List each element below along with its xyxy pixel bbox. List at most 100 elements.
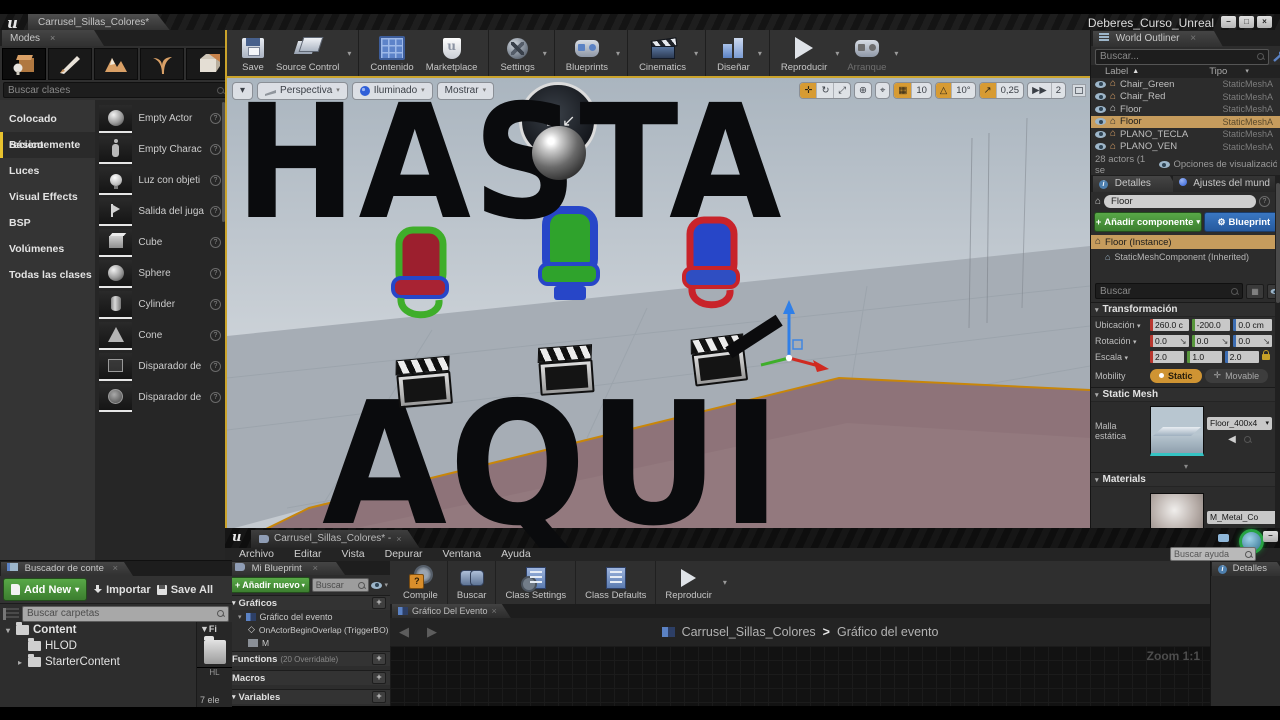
visibility-eye-icon[interactable] bbox=[1095, 80, 1106, 88]
outliner-row-chair-red[interactable]: ⌂ Chair_Red StaticMeshA bbox=[1091, 91, 1280, 104]
use-selected-icon[interactable]: ◀ bbox=[1228, 434, 1236, 445]
help-icon[interactable]: ? bbox=[210, 144, 221, 155]
bp-menu-archivo[interactable]: Archivo bbox=[229, 548, 284, 561]
scale-z-field[interactable]: 2.0 bbox=[1224, 350, 1259, 363]
static-mesh-thumbnail[interactable] bbox=[1150, 406, 1204, 456]
maximize-button[interactable]: □ bbox=[1239, 16, 1254, 28]
list-item-cube[interactable]: Cube ? bbox=[99, 227, 223, 258]
cinematics-button[interactable]: Cinematics bbox=[633, 30, 692, 76]
location-label[interactable]: Ubicación ▾ bbox=[1095, 320, 1147, 330]
rotation-snap-button[interactable]: △ bbox=[935, 83, 953, 98]
mobility-movable-button[interactable]: ✛ Movable bbox=[1204, 368, 1269, 383]
actor-name-field[interactable]: Floor bbox=[1104, 195, 1256, 208]
world-text-hasta[interactable]: HASTA bbox=[235, 84, 783, 242]
chevron-down-icon[interactable]: ▾ bbox=[614, 49, 622, 58]
bp-play-button[interactable]: Reproducir bbox=[656, 561, 720, 604]
bp-help-search-input[interactable]: Buscar ayuda bbox=[1170, 547, 1256, 561]
mode-geometry-button[interactable] bbox=[186, 48, 230, 80]
play-button[interactable]: Reproducir bbox=[775, 30, 833, 76]
add-graph-button[interactable]: + bbox=[372, 597, 386, 609]
event-graph-item[interactable]: ▾ Gráfico del evento bbox=[228, 610, 390, 623]
list-item-point-light[interactable]: Luz con objeti ? bbox=[99, 165, 223, 196]
chevron-down-icon[interactable]: ▾ bbox=[345, 49, 353, 58]
section-expander[interactable]: ▾ bbox=[1091, 462, 1280, 471]
tab-details[interactable]: i Detalles bbox=[1093, 176, 1179, 192]
column-label[interactable]: Label bbox=[1091, 65, 1128, 78]
rotation-snap-value[interactable]: 10° bbox=[952, 83, 974, 98]
close-icon[interactable]: × bbox=[113, 563, 119, 574]
location-z-field[interactable]: 0.0 cm bbox=[1233, 318, 1273, 331]
scale-y-field[interactable]: 1.0 bbox=[1187, 350, 1222, 363]
rotation-y-field[interactable]: 0.0 ↘ bbox=[1191, 334, 1231, 347]
grid-snap-value[interactable]: 10 bbox=[912, 83, 931, 98]
tab-world-outliner[interactable]: World Outliner × bbox=[1093, 31, 1223, 47]
mode-foliage-button[interactable] bbox=[140, 48, 184, 80]
event-node-item[interactable]: M bbox=[228, 636, 390, 649]
category-luces[interactable]: Luces bbox=[0, 158, 95, 184]
marketplace-button[interactable]: Marketplace bbox=[420, 30, 484, 76]
outliner-search-input[interactable]: Buscar... bbox=[1095, 48, 1269, 65]
source-control-button[interactable]: Source Control bbox=[270, 30, 345, 76]
tab-world-settings[interactable]: Ajustes del mund bbox=[1173, 176, 1280, 192]
close-button[interactable]: × bbox=[1257, 16, 1272, 28]
my-blueprint-search-input[interactable]: Buscar bbox=[311, 578, 370, 592]
class-settings-button[interactable]: Class Settings bbox=[496, 561, 577, 604]
outliner-row-plano-ven[interactable]: ⌂ PLANO_VEN StaticMeshA bbox=[1091, 141, 1280, 154]
add-variable-button[interactable]: + bbox=[372, 691, 386, 703]
perspective-button[interactable]: Perspectiva ▾ bbox=[257, 82, 348, 100]
chevron-down-icon[interactable]: ▾ bbox=[384, 581, 388, 589]
category-volumenes[interactable]: Volúmenes bbox=[0, 236, 95, 262]
visibility-eye-icon[interactable] bbox=[1095, 143, 1106, 151]
lit-mode-button[interactable]: Iluminado ▾ bbox=[351, 82, 433, 100]
class-defaults-button[interactable]: Class Defaults bbox=[576, 561, 657, 604]
help-icon[interactable]: ? bbox=[210, 330, 221, 341]
help-icon[interactable]: ? bbox=[1259, 196, 1270, 207]
move-tool-button[interactable]: ✛ bbox=[800, 83, 818, 98]
category-visual-effects[interactable]: Visual Effects bbox=[0, 184, 95, 210]
details-scrollbar[interactable] bbox=[1275, 175, 1280, 560]
folder-search-input[interactable]: Buscar carpetas bbox=[22, 605, 229, 622]
outliner-row-floor-2-selected[interactable]: ⌂ Floor StaticMeshA bbox=[1091, 115, 1280, 128]
add-function-button[interactable]: + bbox=[372, 653, 386, 665]
grid-snap-button[interactable]: ▦ bbox=[894, 83, 913, 98]
close-icon[interactable]: × bbox=[1190, 33, 1196, 44]
settings-button[interactable]: Settings bbox=[494, 30, 540, 76]
save-all-button[interactable]: Save All bbox=[156, 584, 213, 596]
chevron-down-icon[interactable]: ▾ bbox=[756, 49, 764, 58]
add-macro-button[interactable]: + bbox=[372, 672, 386, 684]
scale-x-field[interactable]: 2.0 bbox=[1150, 350, 1185, 363]
browse-icon[interactable] bbox=[1243, 436, 1251, 443]
import-button[interactable]: Importar bbox=[93, 584, 151, 596]
mode-paint-button[interactable] bbox=[48, 48, 92, 80]
edit-blueprint-button[interactable]: ⚙ Blueprint bbox=[1203, 212, 1280, 232]
close-icon[interactable]: × bbox=[492, 604, 497, 618]
camera-speed-button[interactable]: ▶▶ bbox=[1028, 83, 1052, 98]
tree-item-content[interactable]: ▾ Content bbox=[0, 622, 194, 638]
help-icon[interactable]: ? bbox=[210, 113, 221, 124]
viewport-options-button[interactable]: ▾ bbox=[232, 82, 254, 100]
expand-icon[interactable]: ▸ bbox=[16, 658, 24, 667]
matinee-clapper-icon[interactable] bbox=[395, 355, 453, 409]
bp-minimize-button[interactable]: – bbox=[1263, 531, 1278, 542]
help-icon[interactable]: ? bbox=[210, 268, 221, 279]
event-graph-canvas[interactable]: Zoom 1:1 bbox=[390, 646, 1210, 706]
tab-modes[interactable]: Modes × bbox=[2, 30, 104, 46]
mode-place-button[interactable] bbox=[2, 48, 46, 80]
tab-content-browser[interactable]: Buscador de conte × bbox=[1, 562, 133, 576]
help-icon[interactable]: ? bbox=[210, 392, 221, 403]
component-child-row[interactable]: ⌂ StaticMeshComponent (Inherited) bbox=[1091, 250, 1280, 264]
list-item-sphere-trigger[interactable]: Disparador de ? bbox=[99, 382, 223, 413]
chrome-sphere[interactable] bbox=[532, 126, 586, 180]
category-bsp[interactable]: BSP bbox=[0, 210, 95, 236]
rotation-z-field[interactable]: 0.0 ↘ bbox=[1233, 334, 1273, 347]
visibility-eye-icon[interactable] bbox=[1095, 130, 1106, 138]
collapse-icon[interactable]: ▾ bbox=[4, 626, 12, 635]
show-button[interactable]: Mostrar ▾ bbox=[436, 82, 495, 100]
add-new-button[interactable]: Add New ▾ bbox=[3, 578, 88, 601]
help-icon[interactable]: ? bbox=[210, 237, 221, 248]
details-search-input[interactable]: Buscar bbox=[1095, 283, 1243, 299]
list-item-sphere[interactable]: Sphere ? bbox=[99, 258, 223, 289]
rotation-x-field[interactable]: 0.0 ↘ bbox=[1150, 334, 1189, 347]
transform-section-header[interactable]: ▾ Transformación bbox=[1091, 302, 1280, 317]
scale-snap-button[interactable]: ↗ bbox=[979, 83, 997, 98]
